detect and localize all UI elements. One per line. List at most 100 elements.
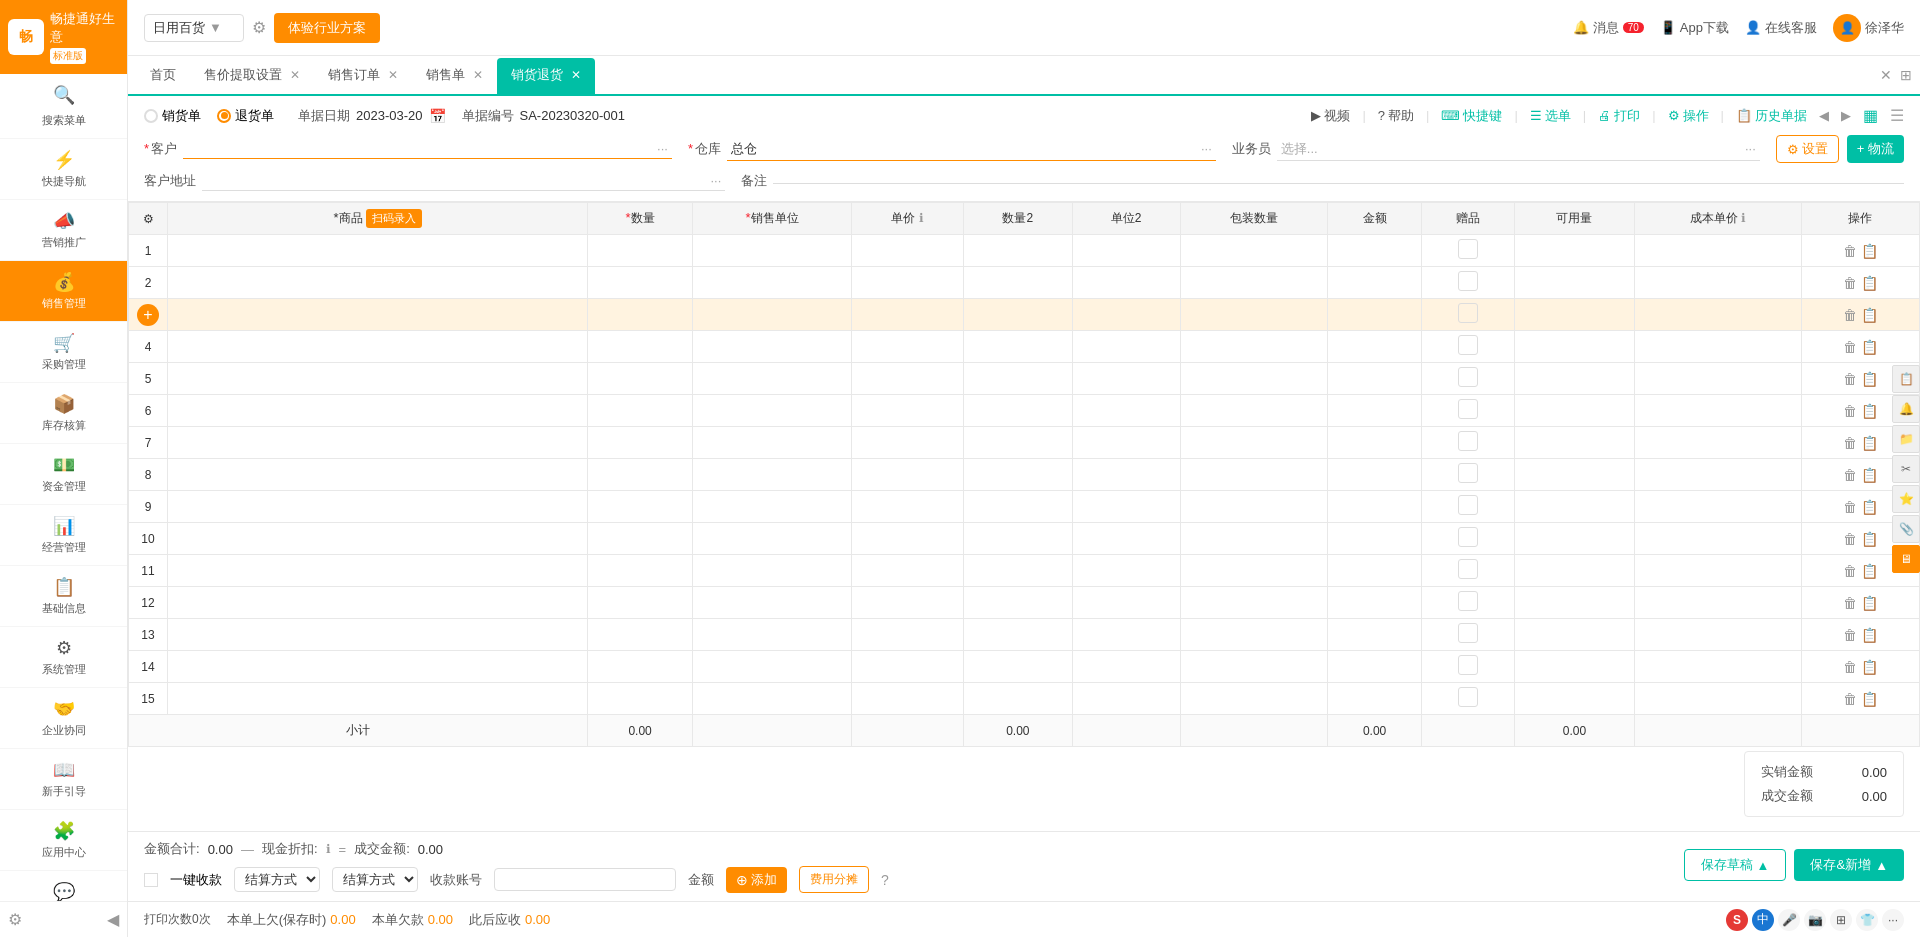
right-tool-paperclip[interactable]: 📎: [1892, 515, 1920, 543]
col-gear[interactable]: ⚙: [129, 203, 168, 235]
delete-row-1[interactable]: 🗑: [1843, 243, 1857, 259]
cell-cost-price-11[interactable]: [1635, 555, 1802, 587]
cell-product-1[interactable]: [168, 235, 588, 267]
cell-product-4[interactable]: [168, 331, 588, 363]
cell-unit-price-6[interactable]: [852, 395, 964, 427]
action-video[interactable]: ▶ 视频: [1311, 107, 1350, 125]
customer-input[interactable]: ···: [183, 139, 672, 159]
status-icon-s[interactable]: S: [1726, 909, 1748, 931]
cell-qty2-8[interactable]: [964, 459, 1072, 491]
cell-unit-price-10[interactable]: [852, 523, 964, 555]
gift-checkbox-8[interactable]: [1458, 463, 1478, 483]
cell-amount-3[interactable]: [1328, 299, 1421, 331]
cell-cost-price-6[interactable]: [1635, 395, 1802, 427]
cell-product-3[interactable]: [168, 299, 588, 331]
cell-sales-unit-10[interactable]: [692, 523, 851, 555]
cell-unit-price-15[interactable]: [852, 683, 964, 715]
cell-sales-unit-7[interactable]: [692, 427, 851, 459]
cell-product-13[interactable]: [168, 619, 588, 651]
save-new-btn[interactable]: 保存&新增 ▲: [1794, 849, 1904, 881]
copy-row-6[interactable]: 📋: [1861, 403, 1878, 419]
cell-available-2[interactable]: [1514, 267, 1634, 299]
nav-prev-icon[interactable]: ◀: [1819, 108, 1829, 123]
add-logistics-btn[interactable]: + 物流: [1847, 135, 1904, 163]
cell-amount-12[interactable]: [1328, 587, 1421, 619]
messages-btn[interactable]: 🔔 消息 70: [1573, 19, 1644, 37]
trial-btn[interactable]: 体验行业方案: [274, 13, 380, 43]
action-print[interactable]: 🖨 打印: [1598, 107, 1640, 125]
cell-unit-price-5[interactable]: [852, 363, 964, 395]
cell-unit2-9[interactable]: [1072, 491, 1180, 523]
cell-gift-13[interactable]: [1421, 619, 1514, 651]
cell-unit-price-2[interactable]: [852, 267, 964, 299]
cell-available-8[interactable]: [1514, 459, 1634, 491]
cell-gift-7[interactable]: [1421, 427, 1514, 459]
grid-view-icon[interactable]: ▦: [1863, 106, 1878, 125]
calc-method-select[interactable]: 结算方式: [332, 867, 418, 892]
gift-checkbox-5[interactable]: [1458, 367, 1478, 387]
copy-row-14[interactable]: 📋: [1861, 659, 1878, 675]
cell-qty2-11[interactable]: [964, 555, 1072, 587]
cell-pack-qty-9[interactable]: [1180, 491, 1328, 523]
cell-unit-price-3[interactable]: [852, 299, 964, 331]
cell-gift-9[interactable]: [1421, 491, 1514, 523]
cell-qty-2[interactable]: [588, 267, 693, 299]
cell-available-9[interactable]: [1514, 491, 1634, 523]
delete-row-9[interactable]: 🗑: [1843, 499, 1857, 515]
cell-amount-14[interactable]: [1328, 651, 1421, 683]
tab-close-sales-order[interactable]: ✕: [388, 68, 398, 82]
cell-available-3[interactable]: [1514, 299, 1634, 331]
sidebar-item-app-center[interactable]: 🧩 应用中心: [0, 810, 127, 871]
cell-available-10[interactable]: [1514, 523, 1634, 555]
remark-input[interactable]: [773, 179, 1904, 184]
cell-unit-price-13[interactable]: [852, 619, 964, 651]
cell-pack-qty-2[interactable]: [1180, 267, 1328, 299]
cell-qty2-14[interactable]: [964, 651, 1072, 683]
cell-gift-1[interactable]: [1421, 235, 1514, 267]
cell-amount-6[interactable]: [1328, 395, 1421, 427]
cell-pack-qty-1[interactable]: [1180, 235, 1328, 267]
cell-available-14[interactable]: [1514, 651, 1634, 683]
copy-row-10[interactable]: 📋: [1861, 531, 1878, 547]
discount-info-icon[interactable]: ℹ: [326, 842, 331, 856]
copy-row-13[interactable]: 📋: [1861, 627, 1878, 643]
cell-gift-15[interactable]: [1421, 683, 1514, 715]
cell-unit-price-4[interactable]: [852, 331, 964, 363]
cell-gift-11[interactable]: [1421, 555, 1514, 587]
delete-row-7[interactable]: 🗑: [1843, 435, 1857, 451]
status-icon-shirt[interactable]: 👕: [1856, 909, 1878, 931]
cell-gift-8[interactable]: [1421, 459, 1514, 491]
cell-qty2-7[interactable]: [964, 427, 1072, 459]
cell-pack-qty-14[interactable]: [1180, 651, 1328, 683]
cell-qty2-1[interactable]: [964, 235, 1072, 267]
cell-amount-11[interactable]: [1328, 555, 1421, 587]
cell-amount-4[interactable]: [1328, 331, 1421, 363]
gift-checkbox-11[interactable]: [1458, 559, 1478, 579]
cell-pack-qty-6[interactable]: [1180, 395, 1328, 427]
cell-qty-13[interactable]: [588, 619, 693, 651]
cell-available-4[interactable]: [1514, 331, 1634, 363]
cell-product-12[interactable]: [168, 587, 588, 619]
sidebar-item-purchase[interactable]: 🛒 采购管理: [0, 322, 127, 383]
gift-checkbox-1[interactable]: [1458, 239, 1478, 259]
status-icon-cam[interactable]: 📷: [1804, 909, 1826, 931]
cell-qty-3[interactable]: [588, 299, 693, 331]
fee-split-btn[interactable]: 费用分摊: [799, 866, 869, 893]
cell-pack-qty-4[interactable]: [1180, 331, 1328, 363]
cell-qty-5[interactable]: [588, 363, 693, 395]
copy-row-15[interactable]: 📋: [1861, 691, 1878, 707]
cell-cost-price-7[interactable]: [1635, 427, 1802, 459]
cell-cost-price-1[interactable]: [1635, 235, 1802, 267]
cell-available-5[interactable]: [1514, 363, 1634, 395]
cell-unit-price-11[interactable]: [852, 555, 964, 587]
cell-product-8[interactable]: [168, 459, 588, 491]
cell-pack-qty-15[interactable]: [1180, 683, 1328, 715]
salesperson-input[interactable]: 选择... ···: [1277, 138, 1760, 161]
gift-checkbox-7[interactable]: [1458, 431, 1478, 451]
cell-unit2-2[interactable]: [1072, 267, 1180, 299]
cell-qty2-10[interactable]: [964, 523, 1072, 555]
cell-product-10[interactable]: [168, 523, 588, 555]
cell-unit2-12[interactable]: [1072, 587, 1180, 619]
cell-product-11[interactable]: [168, 555, 588, 587]
cell-product-2[interactable]: [168, 267, 588, 299]
